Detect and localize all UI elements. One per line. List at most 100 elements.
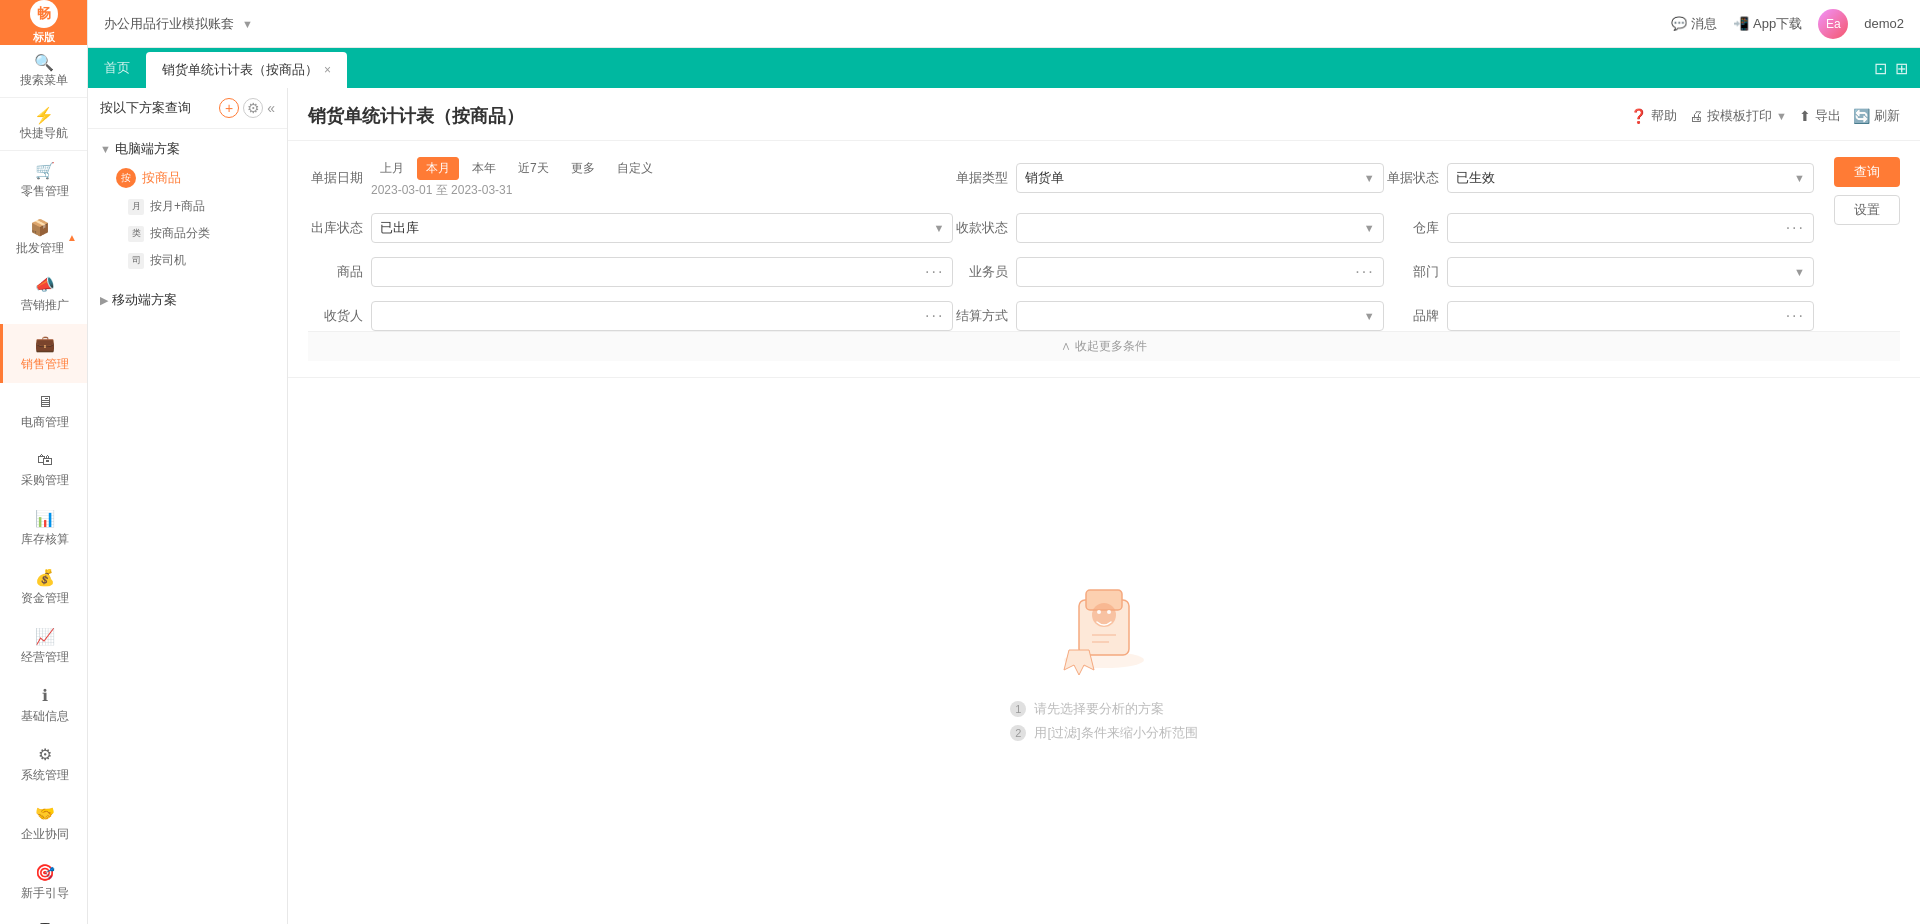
brand-select[interactable]: ··· <box>1447 301 1814 331</box>
sidebar-item-retail-label: 零售管理 <box>21 183 69 200</box>
user-avatar[interactable]: Ea <box>1818 9 1848 39</box>
tree-item-by-driver-label: 按司机 <box>150 252 186 269</box>
sidebar-item-ecommerce[interactable]: 🖥 电商管理 <box>0 383 87 441</box>
tree-item-by-category[interactable]: 类 按商品分类 <box>88 220 287 247</box>
payment-select[interactable]: ▼ <box>1016 301 1383 331</box>
sidebar-item-ecommerce-label: 电商管理 <box>21 414 69 431</box>
sidebar-item-purchase[interactable]: 🛍 采购管理 <box>0 441 87 499</box>
date-tab-7days[interactable]: 近7天 <box>509 157 558 180</box>
print-dropdown-icon[interactable]: ▼ <box>1776 110 1787 122</box>
help-icon: ❓ <box>1630 108 1647 124</box>
sidebar-item-wholesale-label: 批发管理 <box>16 240 64 257</box>
app-logo: 畅 标版 <box>0 0 87 45</box>
out-dropdown-arrow: ▼ <box>934 222 945 234</box>
sidebar-item-collab[interactable]: 🤝 企业协同 <box>0 794 87 853</box>
add-icon: + <box>225 100 233 116</box>
by-goods-icon: 按 <box>116 168 136 188</box>
collapse-row[interactable]: ∧ 收起更多条件 <box>308 331 1900 361</box>
user-avatar-text: Ea <box>1826 17 1841 31</box>
sidebar-item-finance[interactable]: 💰 资金管理 <box>0 558 87 617</box>
message-action[interactable]: 💬 消息 <box>1671 15 1717 33</box>
date-tab-this-month[interactable]: 本月 <box>417 157 459 180</box>
quick-nav-label: 快捷导航 <box>5 125 82 142</box>
filter-out-status: 出库状态 已出库 ▼ <box>308 213 953 243</box>
out-label: 出库状态 <box>308 219 363 237</box>
refresh-action[interactable]: 🔄 刷新 <box>1853 107 1900 125</box>
tab-maximize-icon[interactable]: ⊞ <box>1895 59 1908 78</box>
date-range: 2023-03-01 至 2023-03-31 <box>371 182 662 199</box>
date-tab-more[interactable]: 更多 <box>562 157 604 180</box>
tab-expand-area: ⊡ ⊞ <box>1862 59 1920 78</box>
export-action[interactable]: ⬆ 导出 <box>1799 107 1841 125</box>
goods-dots: ··· <box>925 263 944 281</box>
query-btn-group: 查询 设置 <box>1814 157 1900 225</box>
sidebar-item-retail[interactable]: 🛒 零售管理 <box>0 151 87 210</box>
filter-date: 单据日期 上月 本月 本年 近7天 更多 <box>308 157 953 199</box>
tab-close-icon[interactable]: × <box>324 63 331 77</box>
empty-hint-2-text: 用[过滤]条件来缩小分析范围 <box>1034 724 1197 742</box>
tree-item-by-goods[interactable]: 按 按商品 <box>88 163 287 193</box>
top-header: 办公用品行业模拟账套 ▼ 💬 消息 📲 App下载 Ea demo2 <box>88 0 1920 48</box>
salesman-select[interactable]: ··· <box>1016 257 1383 287</box>
warehouse-select[interactable]: ··· <box>1447 213 1814 243</box>
sidebar-item-wholesale[interactable]: 📦 批发管理 ▲ <box>0 210 87 265</box>
tab-active[interactable]: 销货单统计计表（按商品） × <box>146 52 347 88</box>
tree-expand-arrow: ▼ <box>100 143 111 155</box>
sales-icon: 💼 <box>35 334 55 353</box>
by-category-icon: 类 <box>128 226 144 242</box>
filters-main: 单据日期 上月 本月 本年 近7天 更多 <box>308 157 1814 331</box>
template-print-action[interactable]: 🖨 按模板打印 ▼ <box>1689 107 1787 125</box>
filter-warehouse: 仓库 ··· <box>1384 213 1814 243</box>
type-select[interactable]: 销货单 ▼ <box>1016 163 1383 193</box>
salesman-label: 业务员 <box>953 263 1008 281</box>
workspace-dropdown-arrow[interactable]: ▼ <box>242 18 253 30</box>
settings-scheme-btn[interactable]: ⚙ <box>243 98 263 118</box>
sidebar-item-inventory[interactable]: 📊 库存核算 <box>0 499 87 558</box>
collapse-panel-btn[interactable]: « <box>267 100 275 116</box>
collab-icon: 🤝 <box>35 804 55 823</box>
tree-group-pc-header[interactable]: ▼ 电脑端方案 <box>88 135 287 163</box>
status-select[interactable]: 已生效 ▼ <box>1447 163 1814 193</box>
date-tabs: 上月 本月 本年 近7天 更多 自定义 <box>371 157 662 180</box>
tab-minimize-icon[interactable]: ⊡ <box>1874 59 1887 78</box>
guide-icon: 🎯 <box>35 863 55 882</box>
basic-icon: ℹ <box>42 686 48 705</box>
date-tab-custom[interactable]: 自定义 <box>608 157 662 180</box>
tree-item-by-month-goods[interactable]: 月 按月+商品 <box>88 193 287 220</box>
pay-select[interactable]: ▼ <box>1016 213 1383 243</box>
add-scheme-btn[interactable]: + <box>219 98 239 118</box>
out-select[interactable]: 已出库 ▼ <box>371 213 953 243</box>
date-tab-last-month[interactable]: 上月 <box>371 157 413 180</box>
sidebar-item-basic[interactable]: ℹ 基础信息 <box>0 676 87 735</box>
tab-home[interactable]: 首页 <box>88 48 146 88</box>
workspace-area: 办公用品行业模拟账套 ▼ <box>104 15 253 33</box>
operation-icon: 📈 <box>35 627 55 646</box>
export-icon: ⬆ <box>1799 108 1811 124</box>
sidebar-item-operation[interactable]: 📈 经营管理 <box>0 617 87 676</box>
quick-nav[interactable]: ⚡ 快捷导航 <box>0 98 87 151</box>
sidebar-item-system[interactable]: ⚙ 系统管理 <box>0 735 87 794</box>
date-tab-this-year[interactable]: 本年 <box>463 157 505 180</box>
page-title-area: 销货单统计计表（按商品） ❓ 帮助 🖨 按模板打印 ▼ ⬆ 导出 <box>288 88 1920 141</box>
main-area: 办公用品行业模拟账套 ▼ 💬 消息 📲 App下载 Ea demo2 首页 销货… <box>88 0 1920 924</box>
sidebar-item-sales[interactable]: 💼 销售管理 <box>0 324 87 383</box>
dept-select[interactable]: ▼ <box>1447 257 1814 287</box>
sidebar-item-sales-label: 销售管理 <box>21 356 69 373</box>
help-action[interactable]: ❓ 帮助 <box>1630 107 1677 125</box>
filter-goods: 商品 ··· <box>308 257 953 287</box>
tree-item-by-driver[interactable]: 司 按司机 <box>88 247 287 274</box>
app-download-action[interactable]: 📲 App下载 <box>1733 15 1802 33</box>
tree-group-mobile-header[interactable]: ▶ 移动端方案 <box>88 286 287 314</box>
query-button[interactable]: 查询 <box>1834 157 1900 187</box>
sidebar-item-guide[interactable]: 🎯 新手引导 <box>0 853 87 912</box>
collapse-label: ∧ 收起更多条件 <box>1061 338 1146 355</box>
dept-dropdown-arrow: ▼ <box>1794 266 1805 278</box>
receiver-select[interactable]: ··· <box>371 301 953 331</box>
search-menu[interactable]: 🔍 搜索菜单 <box>0 45 87 98</box>
settings-button[interactable]: 设置 <box>1834 195 1900 225</box>
receiver-dots: ··· <box>925 307 944 325</box>
goods-select[interactable]: ··· <box>371 257 953 287</box>
sidebar-item-apps[interactable]: 📱 应用中心 <box>0 912 87 924</box>
type-label: 单据类型 <box>953 169 1008 187</box>
sidebar-item-marketing[interactable]: 📣 营销推广 <box>0 265 87 324</box>
